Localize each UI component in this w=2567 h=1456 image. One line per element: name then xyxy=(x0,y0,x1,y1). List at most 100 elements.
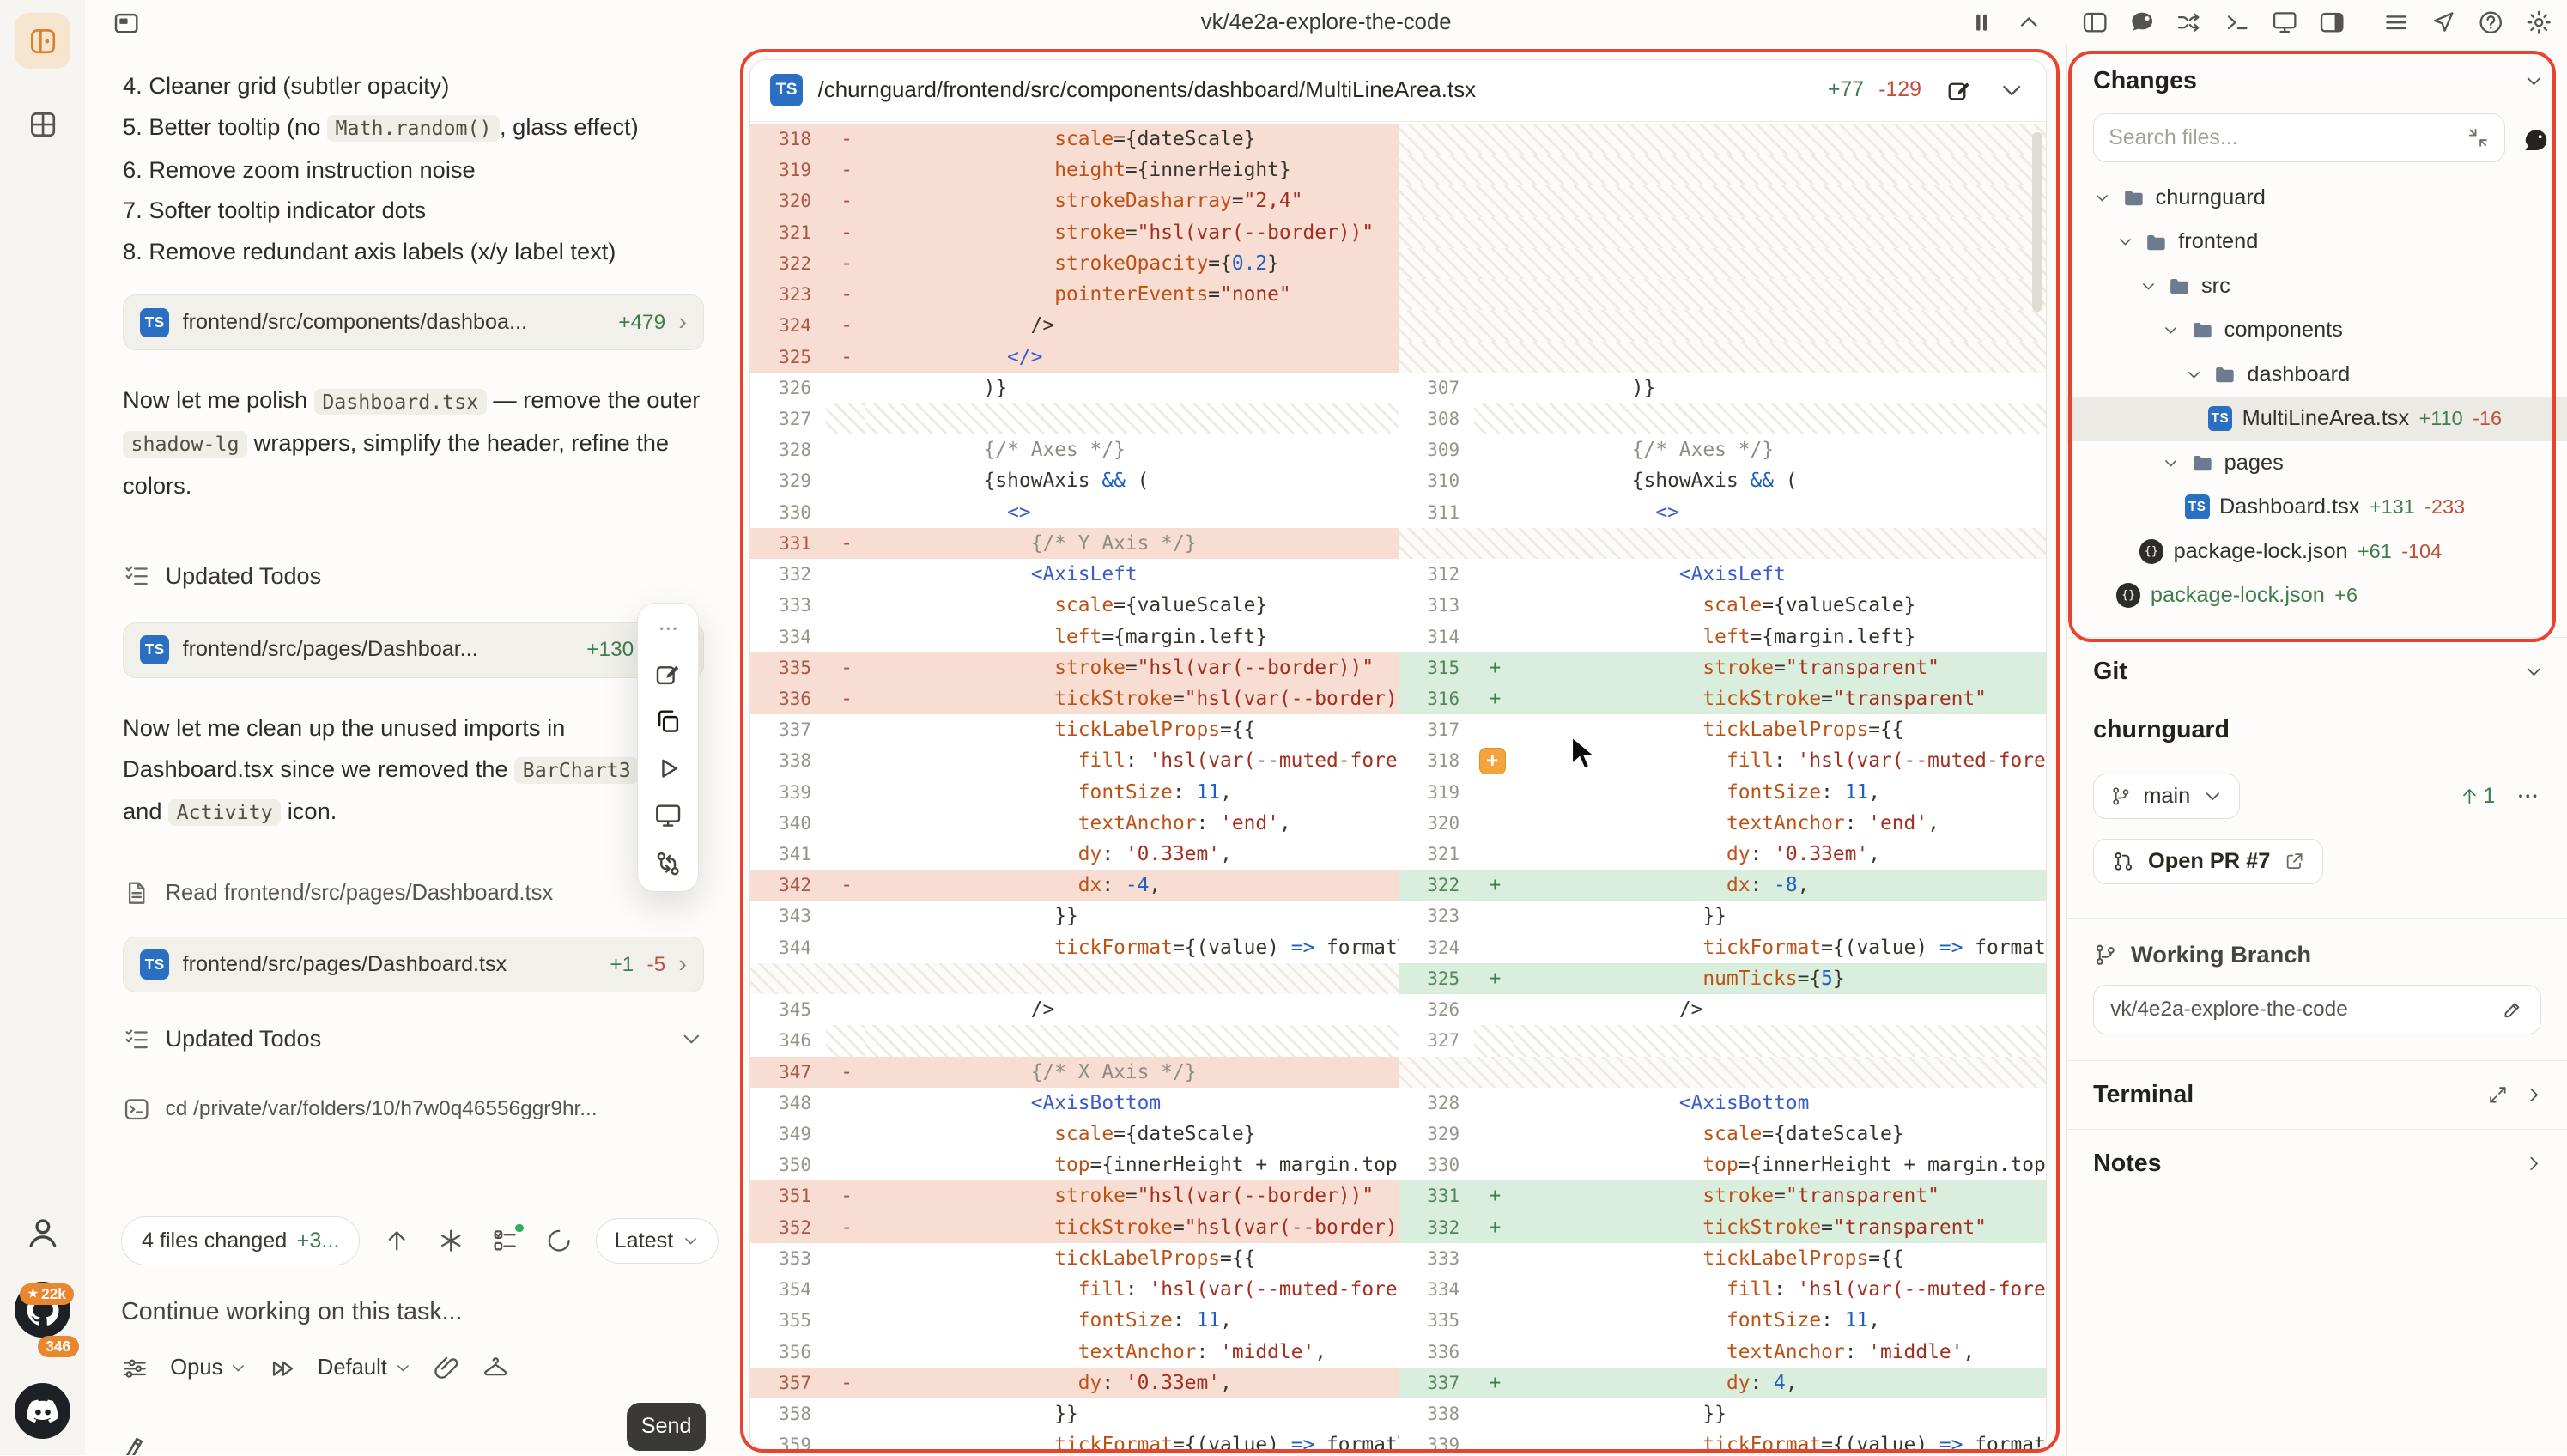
workspace-button[interactable] xyxy=(15,13,70,69)
line-number: 337 xyxy=(1399,1368,1475,1398)
chevron-down-icon[interactable] xyxy=(2523,70,2545,92)
chevron-down-icon[interactable] xyxy=(679,1027,704,1052)
chevron-right-icon[interactable] xyxy=(2523,1153,2545,1174)
expand-icon[interactable] xyxy=(2487,1084,2509,1106)
tree-file-Dashboard.tsx[interactable]: TSDashboard.tsx+131-233 xyxy=(2067,485,2567,529)
latest-dropdown[interactable]: Latest xyxy=(596,1218,719,1264)
code-line: stroke="hsl(var(--border))" xyxy=(865,217,1399,248)
bird-icon[interactable] xyxy=(2518,120,2554,156)
files-changed-pill[interactable]: 4 files changed +3... xyxy=(121,1216,360,1265)
model-dropdown[interactable]: Opus xyxy=(170,1356,247,1380)
board-button[interactable] xyxy=(15,96,70,152)
git-compare-icon[interactable] xyxy=(653,849,683,878)
code-line: fill: 'hsl(var(--muted-foreground))', xyxy=(865,745,1399,776)
pause-icon[interactable] xyxy=(1968,9,1995,36)
file-change-chip[interactable]: TS frontend/src/components/dashboa... +4… xyxy=(123,294,704,350)
diff-row: 351- stroke="hsl(var(--border))"331+ str… xyxy=(750,1180,2045,1211)
chat-icon[interactable] xyxy=(2128,9,2156,36)
code-line: scale={valueScale} xyxy=(1514,590,2046,621)
paperclip-icon[interactable] xyxy=(433,1355,460,1382)
external-link-icon xyxy=(2284,851,2305,872)
terminal-command-row[interactable]: cd /private/var/folders/10/h7w0q46556ggr… xyxy=(123,1089,704,1130)
arrow-up-icon[interactable] xyxy=(383,1227,410,1254)
more-h-icon[interactable] xyxy=(656,616,681,641)
line-number: 331 xyxy=(1399,1180,1475,1211)
panel-left-icon[interactable] xyxy=(2081,9,2109,36)
sliders-icon[interactable] xyxy=(121,1355,149,1382)
message-input[interactable]: Continue working on this task... xyxy=(121,1298,706,1326)
code-line: strokeOpacity={0.2} xyxy=(865,248,1399,279)
file-change-chip[interactable]: TS frontend/src/pages/Dashboard.tsx +1 -… xyxy=(123,937,704,992)
mode-dropdown[interactable]: Default xyxy=(318,1356,412,1380)
help-icon[interactable] xyxy=(2477,9,2504,36)
search-placeholder: Search files... xyxy=(2109,126,2456,150)
play-icon[interactable] xyxy=(653,754,683,783)
user-icon[interactable] xyxy=(23,1213,63,1253)
tree-folder-frontend[interactable]: frontend xyxy=(2067,220,2567,264)
menu-icon[interactable] xyxy=(2382,9,2410,36)
diff-row: 352- tickStroke="hsl(var(--border))"332+… xyxy=(750,1212,2045,1243)
diff-row: 325- </> xyxy=(750,342,2045,373)
spinner-icon[interactable] xyxy=(545,1227,573,1254)
code-line: /> xyxy=(1514,994,2046,1025)
tree-folder-dashboard[interactable]: dashboard xyxy=(2067,353,2567,397)
monitor-icon[interactable] xyxy=(653,801,683,830)
tree-folder-pages[interactable]: pages xyxy=(2067,441,2567,485)
code-line xyxy=(865,403,1399,434)
line-number: 352 xyxy=(750,1212,826,1243)
gear-icon[interactable] xyxy=(2525,9,2552,36)
annotation-toolbar xyxy=(637,603,699,893)
tree-file-package-lock.json[interactable]: {}package-lock.json+6 xyxy=(2067,573,2567,617)
annotate-icon[interactable] xyxy=(1945,76,1973,104)
open-pr-button[interactable]: Open PR #7 xyxy=(2093,839,2323,884)
branch-dropdown[interactable]: main xyxy=(2093,774,2240,819)
add-comment-button[interactable]: + xyxy=(1479,748,1506,774)
updated-todos-row[interactable]: Updated Todos xyxy=(123,1018,704,1059)
diff-row: 319- height={innerHeight} xyxy=(750,155,2045,185)
diff-row: 333 scale={valueScale}313 scale={valueSc… xyxy=(750,590,2045,621)
fast-forward-icon[interactable] xyxy=(269,1355,296,1382)
chevron-down-icon[interactable] xyxy=(2523,661,2545,682)
git-section-header[interactable]: Git xyxy=(2067,638,2567,706)
more-icon[interactable] xyxy=(2515,783,2541,810)
updated-todos-row[interactable]: Updated Todos xyxy=(123,555,704,597)
chevron-down-icon[interactable] xyxy=(1998,76,2025,104)
collapse-all-icon[interactable] xyxy=(2467,126,2490,149)
discord-button[interactable] xyxy=(15,1383,70,1439)
hanger-icon[interactable] xyxy=(482,1355,509,1382)
line-number: 337 xyxy=(750,714,826,745)
read-file-row[interactable]: Read frontend/src/pages/Dashboard.tsx xyxy=(123,873,704,914)
line-number: 326 xyxy=(1399,994,1475,1025)
file-label: frontend xyxy=(2178,229,2258,254)
tree-file-MultiLineArea.tsx[interactable]: TSMultiLineArea.tsx+110-16 xyxy=(2067,397,2567,440)
tree-file-package-lock.json[interactable]: {}package-lock.json+61-104 xyxy=(2067,529,2567,573)
file-change-chip[interactable]: TS frontend/src/pages/Dashboar... +130 -… xyxy=(123,622,704,678)
annotate-icon[interactable] xyxy=(653,659,683,689)
terminal-icon[interactable] xyxy=(2224,9,2251,36)
tree-folder-src[interactable]: src xyxy=(2067,264,2567,308)
pip-window-icon[interactable] xyxy=(112,9,141,38)
chevron-down-icon xyxy=(2162,321,2180,339)
monitor-icon[interactable] xyxy=(2271,9,2298,36)
changes-section-header[interactable]: Changes xyxy=(2067,46,2567,110)
nav-cursor-icon[interactable] xyxy=(2430,9,2457,36)
send-button[interactable]: Send xyxy=(627,1403,706,1450)
diff-row: 359 tickFormat={(value) => formatValue(3… xyxy=(750,1429,2045,1449)
working-branch-input[interactable]: vk/4e2a-explore-the-code xyxy=(2093,985,2541,1034)
sparkle-icon[interactable] xyxy=(437,1227,464,1254)
chevron-right-icon[interactable] xyxy=(2523,1084,2545,1106)
code-line: {showAxis && ( xyxy=(1514,465,2046,496)
scrollbar-thumb[interactable] xyxy=(2032,132,2042,312)
assistant-paragraph: Now let me polish Dashboard.tsx — remove… xyxy=(123,379,704,506)
notes-section-header[interactable]: Notes xyxy=(2067,1130,2567,1198)
collapse-up-icon[interactable] xyxy=(2015,9,2042,36)
tree-folder-components[interactable]: components xyxy=(2067,308,2567,352)
copy-icon[interactable] xyxy=(653,707,683,736)
pencil-icon[interactable] xyxy=(114,1429,155,1455)
panel-right-icon[interactable] xyxy=(2318,9,2345,36)
edit-pencil-icon[interactable] xyxy=(2501,998,2524,1022)
shuffle-icon[interactable] xyxy=(2176,9,2203,36)
tree-folder-churnguard[interactable]: churnguard xyxy=(2067,176,2567,220)
search-input[interactable]: Search files... xyxy=(2093,113,2505,162)
terminal-section-header[interactable]: Terminal xyxy=(2067,1061,2567,1129)
